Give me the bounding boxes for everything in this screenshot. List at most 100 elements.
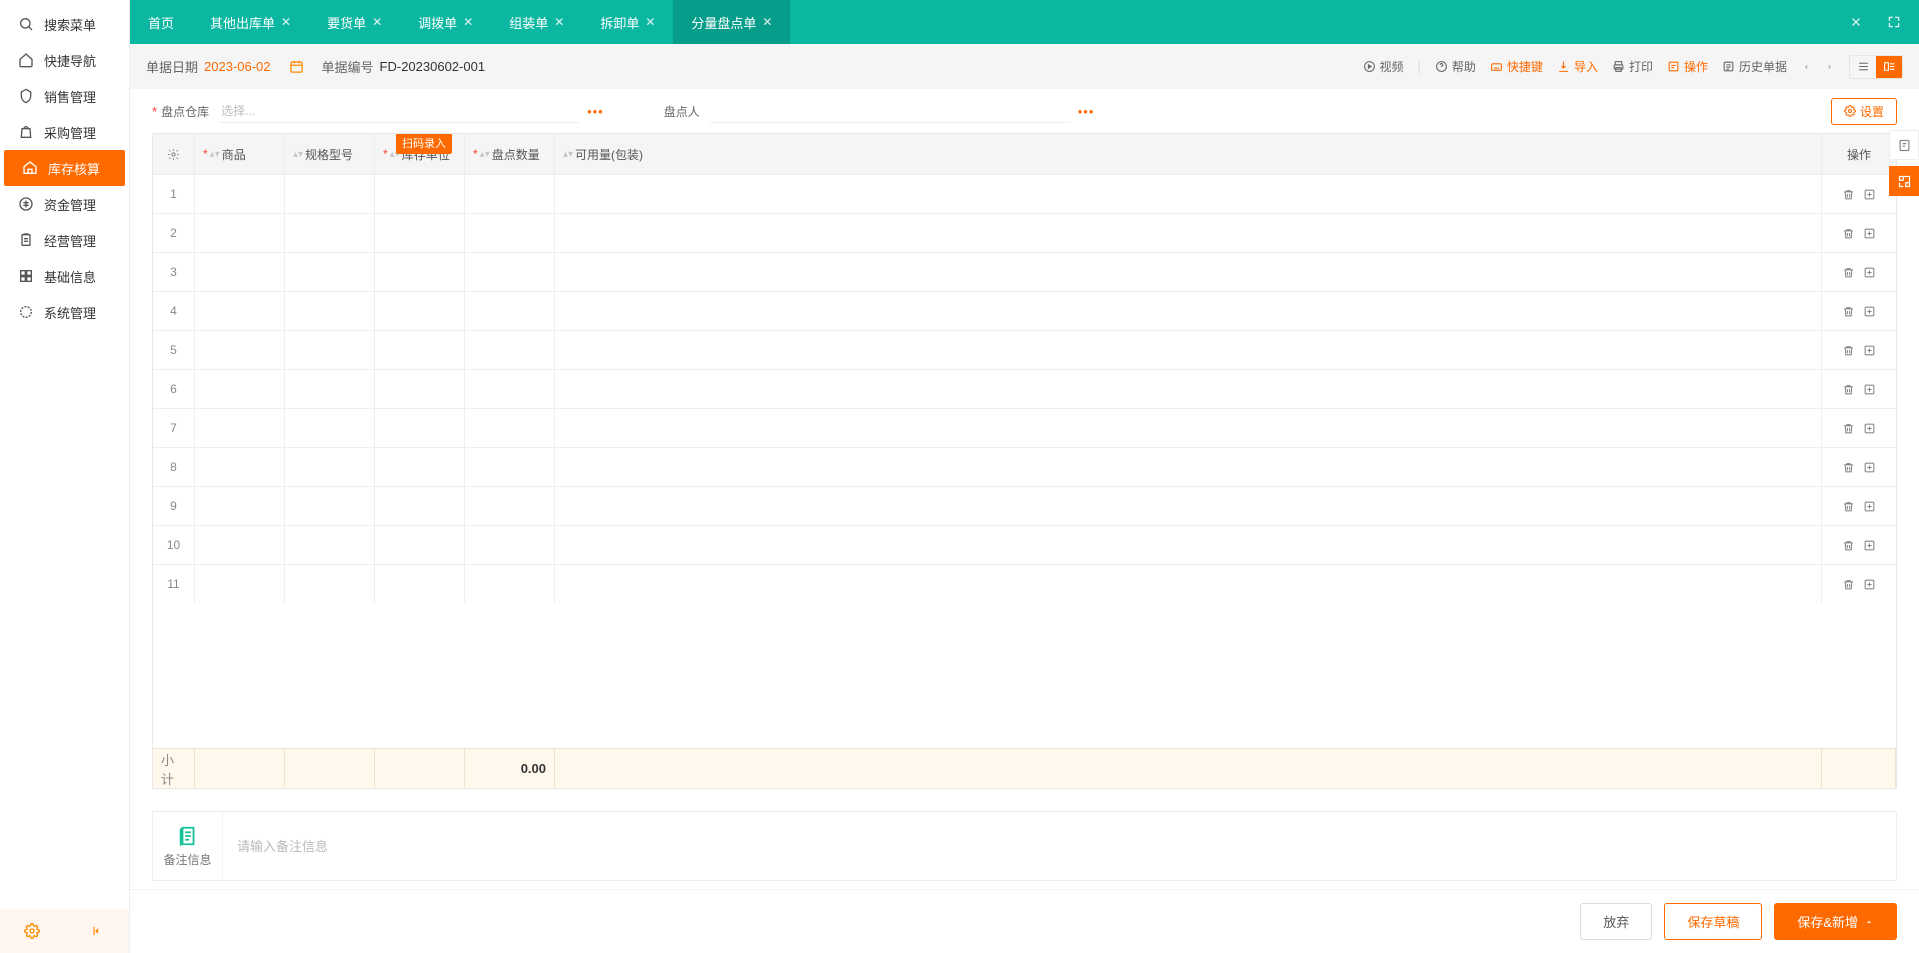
tab-0[interactable]: 首页 xyxy=(130,0,192,44)
settings-button[interactable]: 设置 xyxy=(1831,98,1897,125)
tab-close-icon[interactable]: ✕ xyxy=(554,15,564,29)
table-row[interactable]: 5 xyxy=(153,330,1896,369)
settings-gear-icon[interactable] xyxy=(24,923,40,939)
tab-label: 组装单 xyxy=(509,13,548,32)
row-add-icon[interactable] xyxy=(1863,422,1876,435)
table-row[interactable]: 10 xyxy=(153,525,1896,564)
sidebar-item-1[interactable]: 快捷导航 xyxy=(0,42,129,78)
view-card-icon[interactable] xyxy=(1876,56,1902,78)
tab-close-icon[interactable]: ✕ xyxy=(645,15,655,29)
row-delete-icon[interactable] xyxy=(1842,422,1855,435)
remark-label: 备注信息 xyxy=(163,851,211,868)
tab-fullscreen-icon[interactable] xyxy=(1877,8,1911,36)
warehouse-more-icon[interactable]: ••• xyxy=(587,104,604,119)
row-add-icon[interactable] xyxy=(1863,305,1876,318)
table-row[interactable]: 8 xyxy=(153,447,1896,486)
column-settings-icon[interactable] xyxy=(153,134,195,174)
row-index: 11 xyxy=(153,565,195,603)
sidebar-item-4[interactable]: 库存核算 xyxy=(4,150,125,186)
sidebar-item-3[interactable]: 采购管理 xyxy=(0,114,129,150)
sidebar-item-5[interactable]: 资金管理 xyxy=(0,186,129,222)
tab-2[interactable]: 要货单 ✕ xyxy=(309,0,400,44)
table-row[interactable]: 1 xyxy=(153,174,1896,213)
tab-close-icon[interactable] xyxy=(1839,8,1873,36)
tab-label: 其他出库单 xyxy=(210,13,275,32)
person-input[interactable] xyxy=(710,100,1070,123)
row-add-icon[interactable] xyxy=(1863,188,1876,201)
clip-icon xyxy=(18,232,34,248)
person-more-icon[interactable]: ••• xyxy=(1078,104,1095,119)
remark-input[interactable] xyxy=(223,812,1896,880)
date-value[interactable]: 2023-06-02 xyxy=(204,59,271,74)
collapse-icon[interactable] xyxy=(89,924,105,938)
row-add-icon[interactable] xyxy=(1863,500,1876,513)
warehouse-input[interactable] xyxy=(219,100,579,123)
sidebar-item-7[interactable]: 基础信息 xyxy=(0,258,129,294)
history-link[interactable]: 历史单据 xyxy=(1722,58,1787,75)
discard-button[interactable]: 放弃 xyxy=(1580,903,1652,940)
table-row[interactable]: 7 xyxy=(153,408,1896,447)
save-draft-button[interactable]: 保存草稿 xyxy=(1664,903,1762,940)
help-link[interactable]: 帮助 xyxy=(1435,58,1476,75)
tab-close-icon[interactable]: ✕ xyxy=(762,15,772,29)
row-delete-icon[interactable] xyxy=(1842,539,1855,552)
bag-icon xyxy=(18,124,34,140)
print-link[interactable]: 打印 xyxy=(1612,58,1653,75)
row-add-icon[interactable] xyxy=(1863,344,1876,357)
th-product[interactable]: ▴▾商品 xyxy=(195,134,285,174)
sidebar-item-0[interactable]: 搜索菜单 xyxy=(0,6,129,42)
sidebar-item-6[interactable]: 经营管理 xyxy=(0,222,129,258)
calendar-icon[interactable] xyxy=(289,59,304,74)
save-new-button[interactable]: 保存&新增 xyxy=(1774,903,1897,940)
row-delete-icon[interactable] xyxy=(1842,578,1855,591)
history-prev-icon[interactable] xyxy=(1801,62,1811,72)
tab-close-icon[interactable]: ✕ xyxy=(281,15,291,29)
row-delete-icon[interactable] xyxy=(1842,461,1855,474)
row-delete-icon[interactable] xyxy=(1842,344,1855,357)
table-row[interactable]: 3 xyxy=(153,252,1896,291)
table-row[interactable]: 11 xyxy=(153,564,1896,603)
row-delete-icon[interactable] xyxy=(1842,188,1855,201)
history-next-icon[interactable] xyxy=(1825,62,1835,72)
action-link[interactable]: 操作 xyxy=(1667,58,1708,75)
th-qty[interactable]: ▴▾盘点数量 xyxy=(465,134,555,174)
view-list-icon[interactable] xyxy=(1850,56,1876,78)
row-add-icon[interactable] xyxy=(1863,383,1876,396)
scan-input-tag[interactable]: 扫码录入 xyxy=(396,133,452,154)
th-spec[interactable]: ▴▾规格型号 xyxy=(285,134,375,174)
row-add-icon[interactable] xyxy=(1863,578,1876,591)
rail-expand-icon[interactable] xyxy=(1889,166,1919,196)
tab-label: 要货单 xyxy=(327,13,366,32)
tab-1[interactable]: 其他出库单 ✕ xyxy=(192,0,309,44)
tab-6[interactable]: 分量盘点单✕ xyxy=(673,0,790,44)
tab-5[interactable]: 拆卸单✕ xyxy=(582,0,673,44)
tab-4[interactable]: 组装单 ✕ xyxy=(491,0,582,44)
sidebar-item-2[interactable]: 销售管理 xyxy=(0,78,129,114)
tab-close-icon[interactable]: ✕ xyxy=(463,15,473,29)
rail-note-icon[interactable] xyxy=(1889,130,1919,160)
tab-3[interactable]: 调拨单 ✕ xyxy=(400,0,491,44)
video-link[interactable]: 视频 xyxy=(1363,58,1404,75)
row-delete-icon[interactable] xyxy=(1842,305,1855,318)
row-add-icon[interactable] xyxy=(1863,266,1876,279)
shortcut-link[interactable]: 快捷键 xyxy=(1490,58,1543,75)
th-avail[interactable]: ▴▾可用量(包装) xyxy=(555,134,1822,174)
sidebar-item-label: 搜索菜单 xyxy=(44,15,96,34)
row-delete-icon[interactable] xyxy=(1842,383,1855,396)
row-delete-icon[interactable] xyxy=(1842,227,1855,240)
table-row[interactable]: 4 xyxy=(153,291,1896,330)
tab-label: 调拨单 xyxy=(418,13,457,32)
table-row[interactable]: 2 xyxy=(153,213,1896,252)
sidebar-item-8[interactable]: 系统管理 xyxy=(0,294,129,330)
right-rail xyxy=(1889,130,1919,196)
row-add-icon[interactable] xyxy=(1863,461,1876,474)
row-delete-icon[interactable] xyxy=(1842,500,1855,513)
tab-close-icon[interactable]: ✕ xyxy=(372,15,382,29)
row-add-icon[interactable] xyxy=(1863,539,1876,552)
table-row[interactable]: 9 xyxy=(153,486,1896,525)
import-link[interactable]: 导入 xyxy=(1557,58,1598,75)
date-label: 单据日期 xyxy=(146,57,198,76)
table-row[interactable]: 6 xyxy=(153,369,1896,408)
row-delete-icon[interactable] xyxy=(1842,266,1855,279)
row-add-icon[interactable] xyxy=(1863,227,1876,240)
